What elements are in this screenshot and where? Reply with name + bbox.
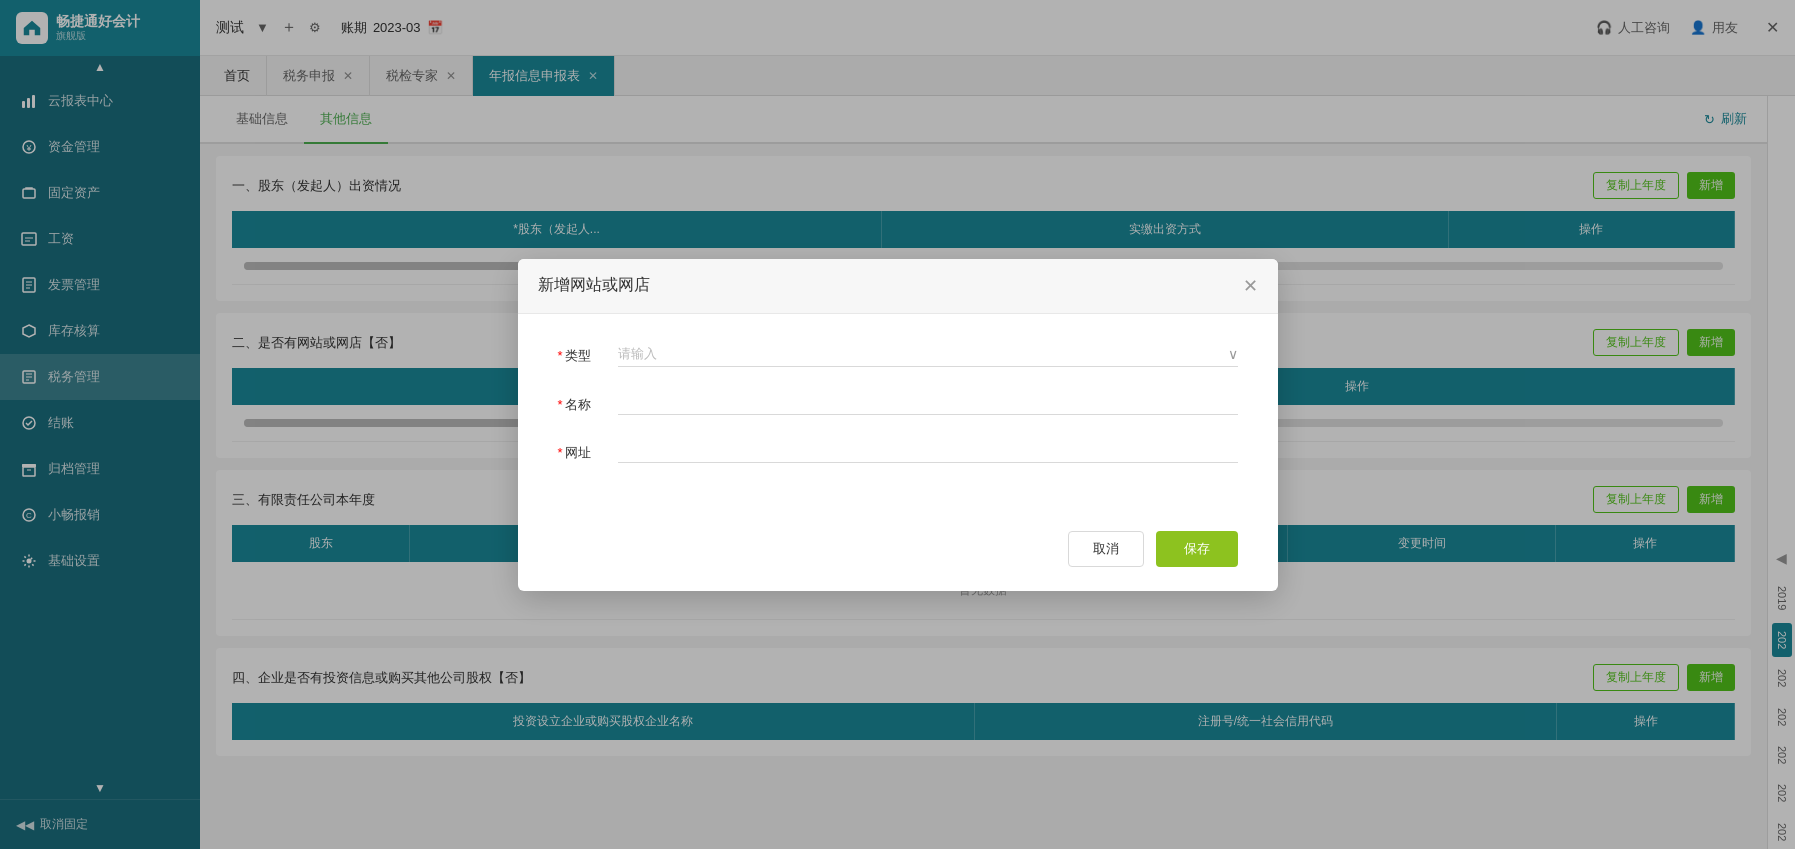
dialog-header: 新增网站或网店 ✕ [518, 259, 1278, 314]
url-field [618, 443, 1238, 463]
url-input[interactable] [618, 443, 1238, 458]
form-row-url: *网址 [558, 443, 1238, 463]
type-label: *类型 [558, 347, 618, 365]
cancel-button[interactable]: 取消 [1068, 531, 1144, 567]
type-dropdown-icon[interactable]: ∨ [1228, 346, 1238, 362]
type-field: ∨ [618, 346, 1238, 367]
dialog-footer: 取消 保存 [518, 515, 1278, 591]
url-label: *网址 [558, 444, 618, 462]
dialog-title: 新增网站或网店 [538, 275, 650, 296]
name-field [618, 395, 1238, 415]
dialog-close-btn[interactable]: ✕ [1243, 275, 1258, 297]
save-button[interactable]: 保存 [1156, 531, 1238, 567]
dialog-body: *类型 ∨ *名称 *网址 [518, 314, 1278, 515]
dialog-overlay: 新增网站或网店 ✕ *类型 ∨ *名称 [0, 0, 1795, 849]
type-input[interactable] [618, 346, 1228, 361]
name-label: *名称 [558, 396, 618, 414]
name-input[interactable] [618, 395, 1238, 410]
add-website-dialog: 新增网站或网店 ✕ *类型 ∨ *名称 [518, 259, 1278, 591]
form-row-name: *名称 [558, 395, 1238, 415]
form-row-type: *类型 ∨ [558, 346, 1238, 367]
